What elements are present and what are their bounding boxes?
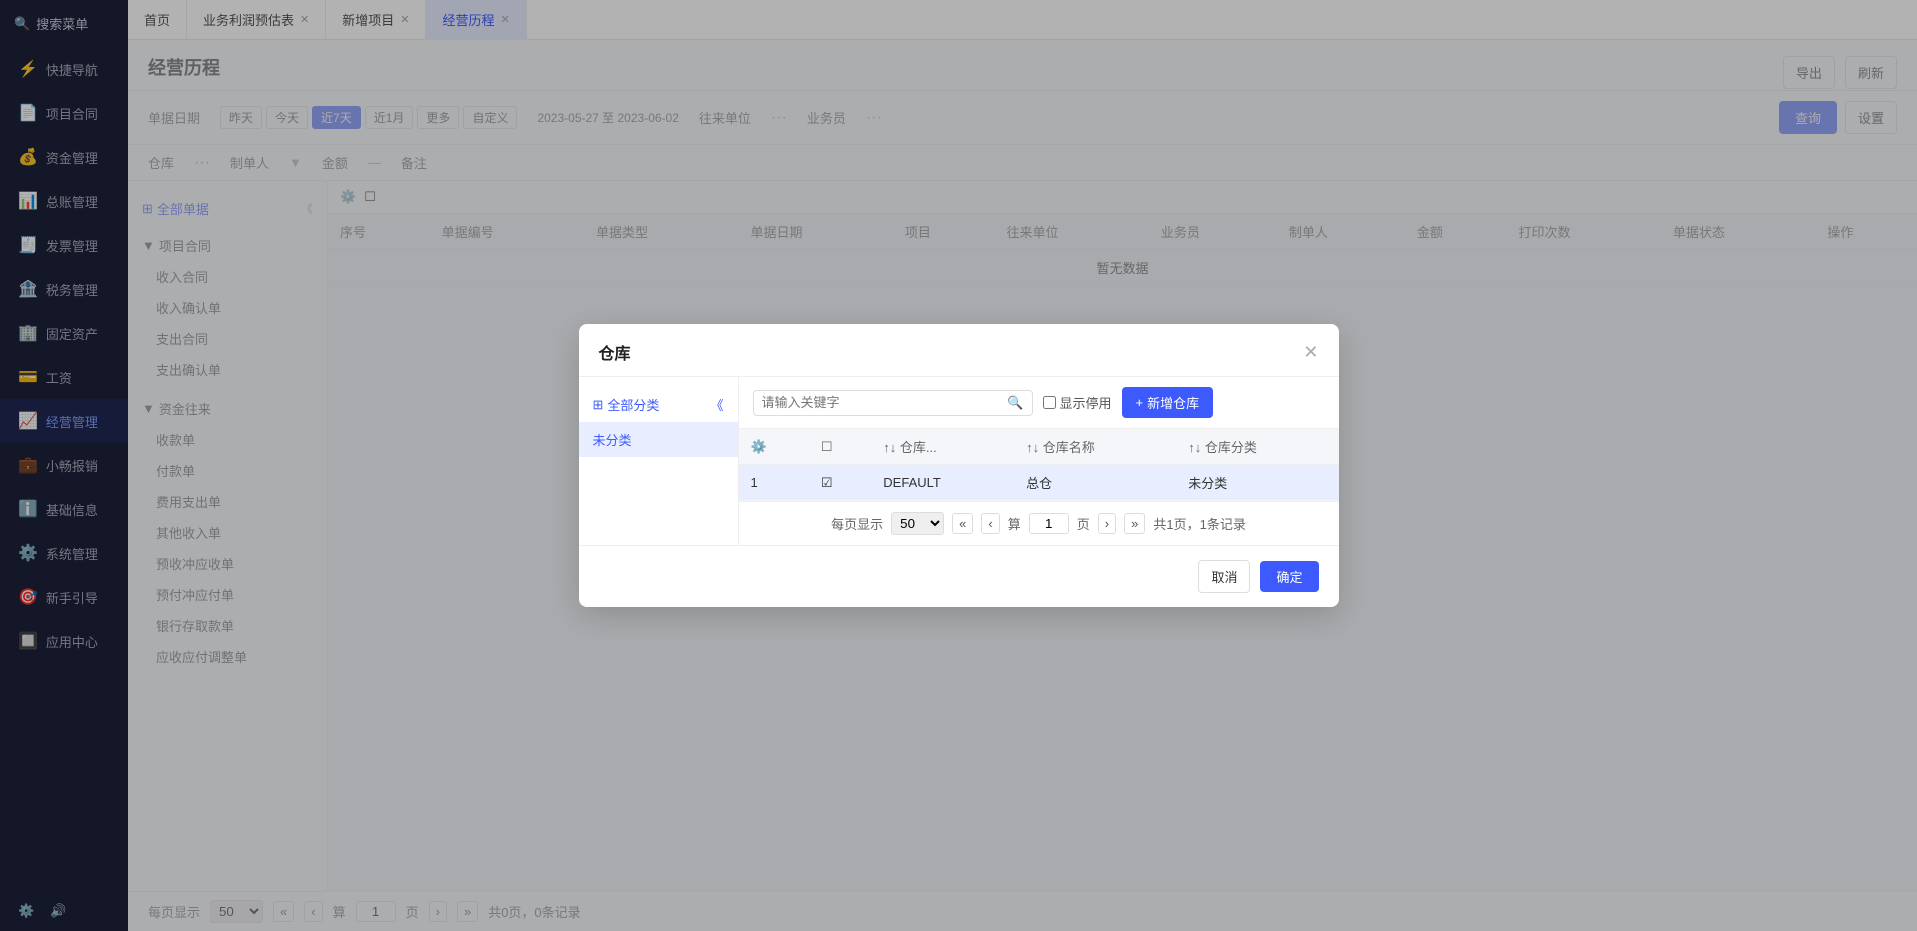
modal-body: ⊞ 全部分类 《 未分类 🔍 (579, 377, 1339, 545)
modal-pagination: 每页显示 50 100 « ‹ 算 页 › » 共1页，1条记录 (739, 501, 1339, 545)
col-warehouse-code: ↑↓ 仓库... (871, 429, 1014, 465)
table-row[interactable]: 1 ☑ DEFAULT 总仓 未分类 (739, 465, 1339, 501)
modal-close-button[interactable]: ✕ (1303, 342, 1318, 363)
cancel-button[interactable]: 取消 (1198, 560, 1250, 593)
show-disabled-checkbox[interactable]: 显示停用 (1043, 393, 1112, 412)
modal-total-label: 共1页，1条记录 (1153, 514, 1245, 533)
modal-page-last[interactable]: » (1124, 513, 1145, 534)
modal-left-header: ⊞ 全部分类 《 (579, 387, 738, 422)
modal-toolbar: 🔍 显示停用 + 新增仓库 (739, 377, 1339, 429)
modal-per-page-select[interactable]: 50 100 (891, 512, 944, 535)
row-index: 1 (739, 465, 809, 501)
modal-page-next[interactable]: › (1098, 513, 1116, 534)
modal-collapse-icon[interactable]: 《 (710, 395, 723, 414)
add-btn-label: 新增仓库 (1147, 393, 1199, 412)
warehouse-modal: 仓库 ✕ ⊞ 全部分类 《 未分类 (579, 324, 1339, 607)
row-category: 未分类 (1176, 465, 1338, 501)
modal-table: ⚙️ ☐ ↑↓ 仓库... ↑↓ 仓库名称 ↑↓ 仓库分类 (739, 429, 1339, 501)
modal-per-page-label: 每页显示 (831, 514, 883, 533)
col-checkbox[interactable]: ☐ (809, 429, 871, 465)
add-warehouse-button[interactable]: + 新增仓库 (1122, 387, 1214, 418)
col-gear: ⚙️ (739, 429, 809, 465)
show-disabled-label: 显示停用 (1060, 393, 1112, 412)
modal-left-panel: ⊞ 全部分类 《 未分类 (579, 377, 739, 545)
grid-icon-modal: ⊞ (593, 397, 604, 413)
modal-search-box[interactable]: 🔍 (753, 390, 1033, 416)
plus-icon: + (1136, 395, 1144, 410)
modal-page-prev[interactable]: ‹ (981, 513, 999, 534)
modal-title: 仓库 (599, 340, 631, 364)
modal-page-first[interactable]: « (952, 513, 973, 534)
modal-header: 仓库 ✕ (579, 324, 1339, 377)
row-code: DEFAULT (871, 465, 1014, 501)
modal-go-label: 算 (1008, 514, 1021, 533)
search-icon-modal: 🔍 (1007, 395, 1023, 411)
row-name: 总仓 (1014, 465, 1176, 501)
row-checkbox[interactable]: ☑ (809, 465, 871, 501)
show-disabled-check[interactable] (1043, 396, 1056, 409)
confirm-button[interactable]: 确定 (1260, 561, 1318, 592)
modal-right-panel: 🔍 显示停用 + 新增仓库 (739, 377, 1339, 545)
col-warehouse-category: ↑↓ 仓库分类 (1176, 429, 1338, 465)
modal-uncategorized-item[interactable]: 未分类 (579, 422, 738, 457)
modal-overlay: 仓库 ✕ ⊞ 全部分类 《 未分类 (0, 0, 1917, 931)
modal-all-label[interactable]: 全部分类 (607, 395, 659, 414)
modal-search-input[interactable] (762, 395, 1004, 410)
modal-footer: 取消 确定 (579, 545, 1339, 607)
modal-uncategorized-label: 未分类 (593, 433, 632, 448)
modal-page-label: 页 (1077, 514, 1090, 533)
modal-page-input[interactable] (1029, 513, 1069, 534)
col-warehouse-name: ↑↓ 仓库名称 (1014, 429, 1176, 465)
